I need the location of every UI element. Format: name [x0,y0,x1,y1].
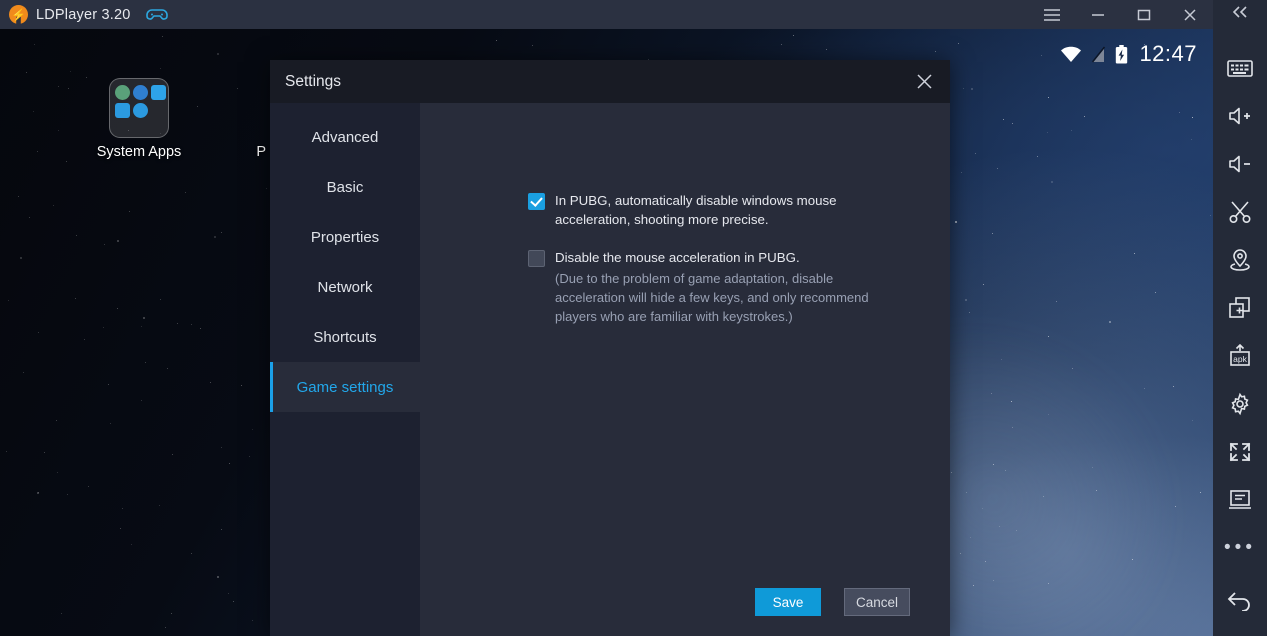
sidebar-item-label: Shortcuts [313,328,377,346]
option-row-disable-pubg-accel[interactable]: Disable the mouse acceleration in PUBG. [528,248,950,267]
sidebar-item-label: Advanced [311,128,379,146]
ldplayer-window: ⚡ LDPlayer 3.20 12:47 System Apps P apk … [0,0,1267,636]
battery-charging-icon [1115,44,1128,64]
sidebar-item-properties[interactable]: Properties [270,212,420,262]
sidebar-item-label: Basic [326,178,364,196]
gamepad-icon[interactable] [145,7,168,22]
desktop-icon-play-store[interactable]: P [208,78,270,160]
minimize-button[interactable] [1075,0,1121,29]
settings-nav: Advanced Basic Properties Network Shortc… [270,103,420,636]
app-brand: ⚡ LDPlayer 3.20 [0,5,168,24]
option-row-disable-windows-accel[interactable]: In PUBG, automatically disable windows m… [528,191,950,229]
volume-up-icon[interactable] [1213,92,1267,140]
maximize-button[interactable] [1121,0,1167,29]
checkbox-disable-pubg-accel[interactable] [528,250,545,267]
settings-app-icon [115,85,130,100]
app-title: LDPlayer 3.20 [36,6,131,23]
sidebar-item-label: Network [317,278,373,296]
dialog-close-button[interactable] [898,60,950,103]
svg-text:apk: apk [1233,354,1247,364]
sidebar-item-basic[interactable]: Basic [270,162,420,212]
wifi-icon [1060,46,1082,63]
status-clock: 12:47 [1139,41,1197,66]
folder-tile [109,78,169,138]
checkbox-disable-windows-accel[interactable] [528,193,545,210]
keyboard-icon[interactable] [1213,44,1267,92]
dialog-title: Settings [285,72,342,90]
sidebar-item-advanced[interactable]: Advanced [270,112,420,162]
more-dots-icon[interactable]: ••• [1213,524,1267,572]
settings-content-game: In PUBG, automatically disable windows m… [420,103,950,636]
option-label: Disable the mouse acceleration in PUBG. [555,250,800,265]
ldplayer-logo-icon: ⚡ [9,5,28,24]
desktop-icon-label: System Apps [96,144,182,160]
dialog-header: Settings [270,60,950,103]
volume-down-icon[interactable] [1213,140,1267,188]
sidebar-item-network[interactable]: Network [270,262,420,312]
scissors-icon[interactable] [1213,188,1267,236]
emulator-toolbar: apk ••• [1213,29,1267,636]
display-icon[interactable] [1213,476,1267,524]
close-button[interactable] [1167,0,1213,29]
sidebar-item-label: Game settings [296,378,394,396]
gear-icon[interactable] [1213,380,1267,428]
contacts-app-icon [115,103,130,118]
fullscreen-icon[interactable] [1213,428,1267,476]
apk-install-icon[interactable]: apk [1213,332,1267,380]
desktop-icon-system-apps[interactable]: System Apps [74,78,204,160]
sidebar-item-shortcuts[interactable]: Shortcuts [270,312,420,362]
location-pin-icon[interactable] [1213,236,1267,284]
browser-app-icon [133,85,148,100]
add-instance-icon[interactable] [1213,284,1267,332]
desktop-icon-label: P [256,144,266,160]
collapse-sidebar-button[interactable] [1213,0,1267,29]
back-arrow-icon[interactable] [1213,576,1267,624]
dialog-footer: Save Cancel [420,588,950,616]
sidebar-item-label: Properties [310,228,380,246]
app-tile [209,78,269,138]
cancel-button[interactable]: Cancel [844,588,910,616]
downloads-app-icon [133,103,148,118]
menu-button[interactable] [1029,0,1075,29]
option-label: In PUBG, automatically disable windows m… [555,193,837,227]
option-description: (Due to the problem of game adaptation, … [555,271,869,324]
double-chevron-left-icon [1230,4,1250,25]
sidebar-item-game-settings[interactable]: Game settings [270,362,420,412]
signal-off-icon [1091,46,1106,63]
files-app-icon [151,85,166,100]
settings-dialog: Settings Advanced Basic Properties Netwo… [270,60,950,636]
dialog-body: Advanced Basic Properties Network Shortc… [270,103,950,636]
save-button[interactable]: Save [755,588,821,616]
title-bar: ⚡ LDPlayer 3.20 [0,0,1213,29]
